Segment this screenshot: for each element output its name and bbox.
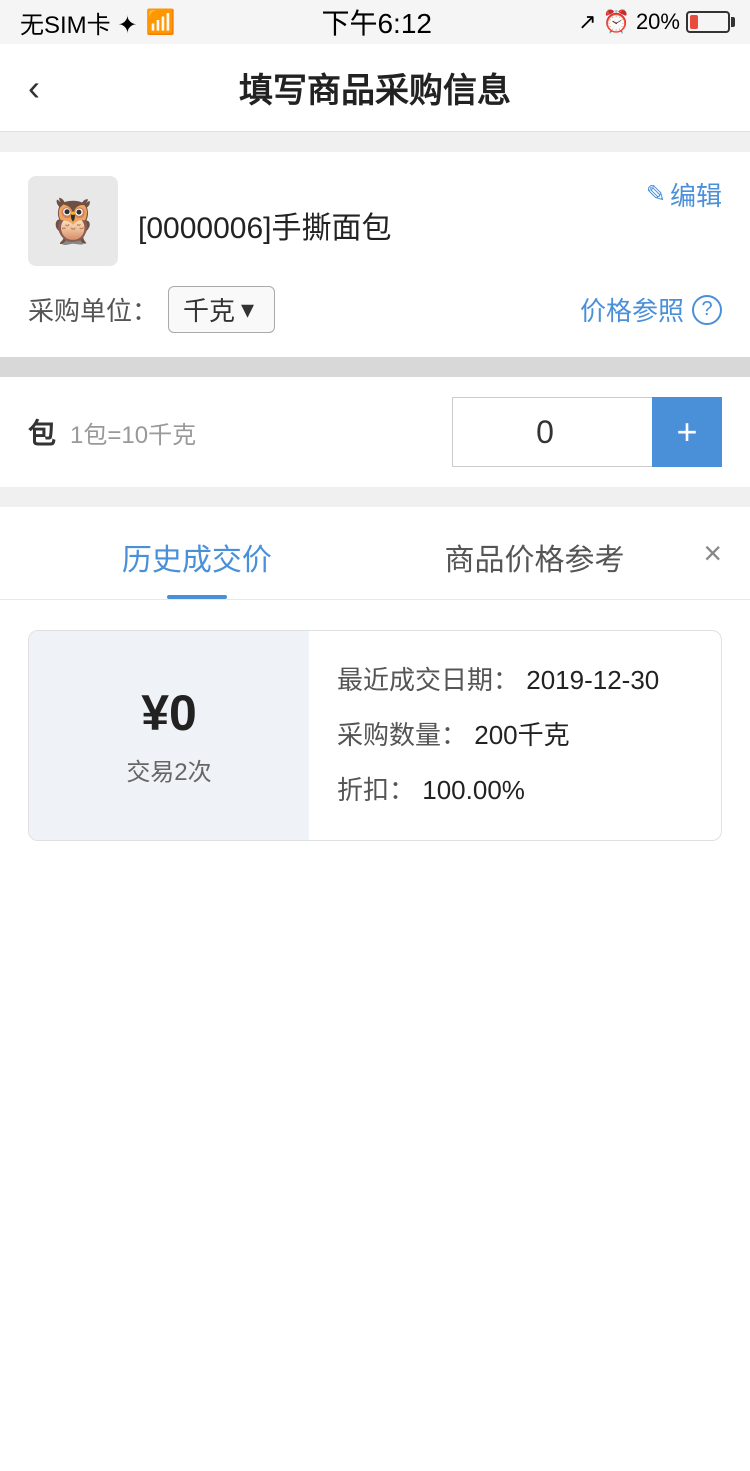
date-label: 最近成交日期： — [337, 665, 519, 695]
quantity-section: 包 1包=10千克 + — [0, 377, 750, 487]
dropdown-icon: ▾ — [241, 294, 254, 325]
status-left: 无SIM卡 ✦ 📶 — [20, 5, 175, 40]
product-image: 🦉 — [28, 176, 118, 266]
tab-price-reference[interactable]: 商品价格参考 — [366, 507, 704, 599]
date-value: 2019-12-30 — [526, 665, 659, 695]
edit-icon: ✎ — [646, 180, 666, 209]
wifi-icon: 📶 — [145, 8, 175, 37]
back-button[interactable]: ‹ — [28, 67, 40, 109]
tab-close-button[interactable]: × — [703, 515, 722, 592]
discount-value: 100.00% — [422, 775, 525, 805]
purchase-quantity-row: 采购数量： 200千克 — [337, 716, 693, 755]
quantity-hint: 1包=10千克 — [70, 415, 196, 450]
battery-percent: 20% — [636, 9, 680, 35]
product-header: 🦉 [0000006]手撕面包 ✎ 编辑 — [28, 176, 722, 266]
product-left: 🦉 [0000006]手撕面包 — [28, 176, 391, 266]
price-main-value: ¥0 — [141, 684, 197, 742]
status-time: 下午6:12 — [321, 2, 432, 42]
battery-icon — [686, 11, 730, 33]
unit-value: 千克 — [183, 291, 235, 328]
price-ref-help-icon: ? — [692, 295, 722, 325]
quantity-unit: 包 — [28, 412, 56, 452]
quantity-value: 200千克 — [474, 720, 569, 750]
status-bar: 无SIM卡 ✦ 📶 下午6:12 ↗ ⏰ 20% — [0, 0, 750, 44]
price-card: ¥0 交易2次 最近成交日期： 2019-12-30 采购数量： 200千克 折… — [28, 630, 722, 841]
product-unit-row: 采购单位： 千克 ▾ 价格参照 ? — [28, 286, 722, 333]
edit-label: 编辑 — [670, 176, 722, 213]
gray-divider — [0, 357, 750, 377]
page-title: 填写商品采购信息 — [239, 63, 511, 112]
price-ref-button[interactable]: 价格参照 ? — [580, 291, 722, 328]
nav-bar: ‹ 填写商品采购信息 — [0, 44, 750, 132]
price-card-right: 最近成交日期： 2019-12-30 采购数量： 200千克 折扣： 100.0… — [309, 631, 721, 840]
price-card-left: ¥0 交易2次 — [29, 631, 309, 840]
price-value: 0 — [169, 685, 197, 741]
discount-row: 折扣： 100.00% — [337, 771, 693, 810]
bottom-area — [0, 871, 750, 1471]
discount-label: 折扣： — [337, 775, 415, 805]
unit-label-text: 采购单位： — [28, 291, 158, 328]
price-ref-label: 价格参照 — [580, 291, 684, 328]
price-currency: ¥ — [141, 685, 169, 741]
unit-label: 采购单位： 千克 ▾ — [28, 286, 275, 333]
product-logo-icon: 🦉 — [46, 195, 101, 247]
status-right: ↗ ⏰ 20% — [578, 9, 730, 35]
quantity-input[interactable] — [452, 397, 652, 467]
quantity-input-area: + — [452, 397, 722, 467]
tab-history-price[interactable]: 历史成交价 — [28, 507, 366, 599]
trade-count: 交易2次 — [126, 752, 211, 787]
location-icon: ↗ — [578, 9, 596, 35]
product-section: 🦉 [0000006]手撕面包 ✎ 编辑 采购单位： 千克 ▾ 价格参照 ? — [0, 152, 750, 357]
alarm-icon: ⏰ — [603, 9, 630, 35]
tabs-section: 历史成交价 商品价格参考 × ¥0 交易2次 最近成交日期： 2019-12-3… — [0, 507, 750, 871]
tabs-header: 历史成交价 商品价格参考 × — [0, 507, 750, 600]
edit-button[interactable]: ✎ 编辑 — [646, 176, 722, 213]
quantity-left: 包 1包=10千克 — [28, 412, 196, 452]
carrier-text: 无SIM卡 ✦ — [20, 5, 137, 40]
quantity-plus-button[interactable]: + — [652, 397, 722, 467]
unit-select[interactable]: 千克 ▾ — [168, 286, 275, 333]
last-trade-date-row: 最近成交日期： 2019-12-30 — [337, 661, 693, 700]
product-name: [0000006]手撕面包 — [138, 203, 391, 247]
quantity-label: 采购数量： — [337, 720, 467, 750]
price-cards: ¥0 交易2次 最近成交日期： 2019-12-30 采购数量： 200千克 折… — [0, 600, 750, 871]
